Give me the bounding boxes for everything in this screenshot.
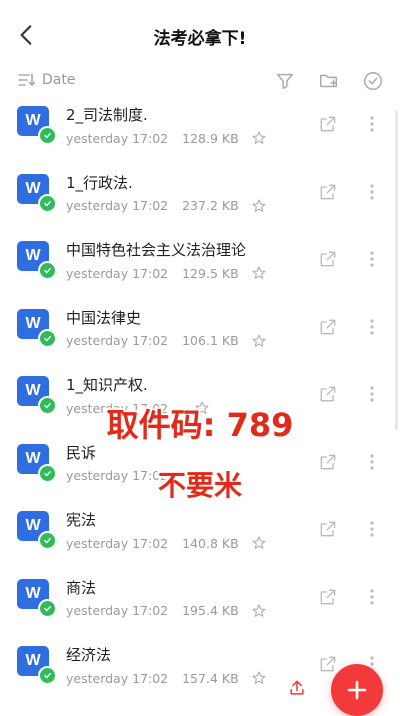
plus-icon (347, 680, 367, 700)
file-meta: yesterday 17:02 195.4 KB (66, 603, 267, 619)
file-time: yesterday 17:02 (66, 333, 169, 348)
file-size: 157.4 KB (182, 670, 239, 686)
hint-overlay: 不要米 (157, 469, 242, 502)
file-size: 129.5 KB (182, 265, 239, 281)
file-name: 商法 (66, 578, 97, 597)
add-button[interactable] (331, 664, 383, 716)
file-row[interactable]: W 2_司法制度. yesterday 17:02 128.9 KB (0, 98, 400, 166)
file-name: 2_司法制度. (66, 106, 148, 124)
word-file-icon: W (17, 578, 57, 618)
file-time: yesterday 17:02 (66, 265, 169, 281)
file-name: 中国法律史 (66, 308, 142, 327)
share-icon[interactable] (318, 317, 338, 337)
star-icon[interactable] (251, 265, 267, 281)
star-icon[interactable] (251, 603, 267, 619)
file-meta: yesterday 17:02 237.2 KB (66, 198, 267, 214)
file-name: 经济法 (66, 646, 112, 664)
word-file-icon: W (17, 511, 57, 550)
check-icon (38, 598, 57, 618)
star-icon[interactable] (251, 198, 267, 214)
more-icon[interactable] (366, 587, 378, 607)
file-name: 中国特色社会主义法治理论 (66, 241, 247, 259)
file-time: yesterday 17:02 (66, 198, 169, 213)
file-size: 106.1 KB (182, 333, 239, 348)
word-file-icon: W (17, 173, 57, 213)
file-name: 1_知识产权. (66, 376, 148, 394)
word-file-icon: W (17, 308, 57, 348)
file-size: 237.2 KB (182, 198, 239, 213)
file-time: yesterday 17:02 (66, 603, 169, 618)
file-time: yesterday 17:02 (66, 130, 169, 146)
file-meta: yesterday 17:02 106.1 KB (66, 333, 267, 349)
file-row[interactable]: W 1_行政法. yesterday 17:02 237.2 KB (0, 166, 400, 234)
file-size: 195.4 KB (182, 603, 239, 618)
file-time: yesterday 17:02 (66, 535, 169, 551)
share-icon[interactable] (318, 519, 338, 539)
file-row[interactable]: W 商法 yesterday 17:02 195.4 KB (0, 571, 400, 639)
check-icon (38, 193, 57, 213)
filter-icon[interactable] (274, 70, 296, 92)
more-icon[interactable] (366, 249, 378, 269)
star-icon[interactable] (251, 535, 267, 551)
check-icon (38, 126, 57, 145)
sort-button[interactable]: Date (18, 72, 75, 88)
star-icon[interactable] (251, 670, 267, 686)
share-icon[interactable] (318, 654, 338, 674)
file-meta: yesterday 17:02 129.5 KB (66, 265, 267, 281)
more-icon[interactable] (366, 182, 378, 202)
file-meta: yesterday 17:02 140.8 KB (66, 535, 267, 551)
file-row[interactable]: W 中国法律史 yesterday 17:02 106.1 KB (0, 301, 400, 369)
new-folder-icon[interactable] (318, 70, 340, 92)
file-time: yesterday 17:02 (66, 670, 169, 686)
file-meta: yesterday 17:02 128.9 KB (66, 130, 267, 146)
check-icon (38, 531, 57, 550)
file-row[interactable]: W 中国特色社会主义法治理论 yesterday 17:02 129.5 KB (0, 233, 400, 301)
file-size: 140.8 KB (182, 535, 239, 551)
check-icon (38, 328, 57, 348)
scrollbar[interactable] (395, 110, 398, 430)
check-icon (38, 666, 57, 685)
share-icon[interactable] (318, 249, 338, 269)
select-circle-icon[interactable] (362, 70, 384, 92)
page-title: 法考必拿下! (153, 29, 247, 49)
header: 法考必拿下! (0, 0, 400, 66)
star-icon[interactable] (251, 333, 267, 349)
check-icon (38, 261, 57, 280)
pickup-code-overlay: 取件码: 789 (106, 406, 294, 444)
file-size: 128.9 KB (182, 130, 239, 146)
upload-icon[interactable] (287, 678, 307, 698)
more-icon[interactable] (366, 317, 378, 337)
file-name: 1_行政法. (66, 173, 133, 192)
share-icon[interactable] (318, 182, 338, 202)
star-icon[interactable] (251, 130, 267, 146)
share-icon[interactable] (318, 114, 338, 134)
word-file-icon: W (17, 241, 57, 280)
file-meta: yesterday 17:02 157.4 KB (66, 670, 267, 686)
file-row[interactable]: W 宪法 yesterday 17:02 140.8 KB (0, 503, 400, 571)
more-icon[interactable] (366, 114, 378, 134)
file-name: 宪法 (66, 511, 97, 529)
word-file-icon: W (17, 646, 57, 685)
more-icon[interactable] (366, 519, 378, 539)
share-icon[interactable] (318, 587, 338, 607)
word-file-icon: W (17, 106, 57, 145)
sort-icon (18, 73, 36, 86)
sort-label: Date (42, 72, 76, 88)
toolbar: Date (0, 66, 400, 98)
